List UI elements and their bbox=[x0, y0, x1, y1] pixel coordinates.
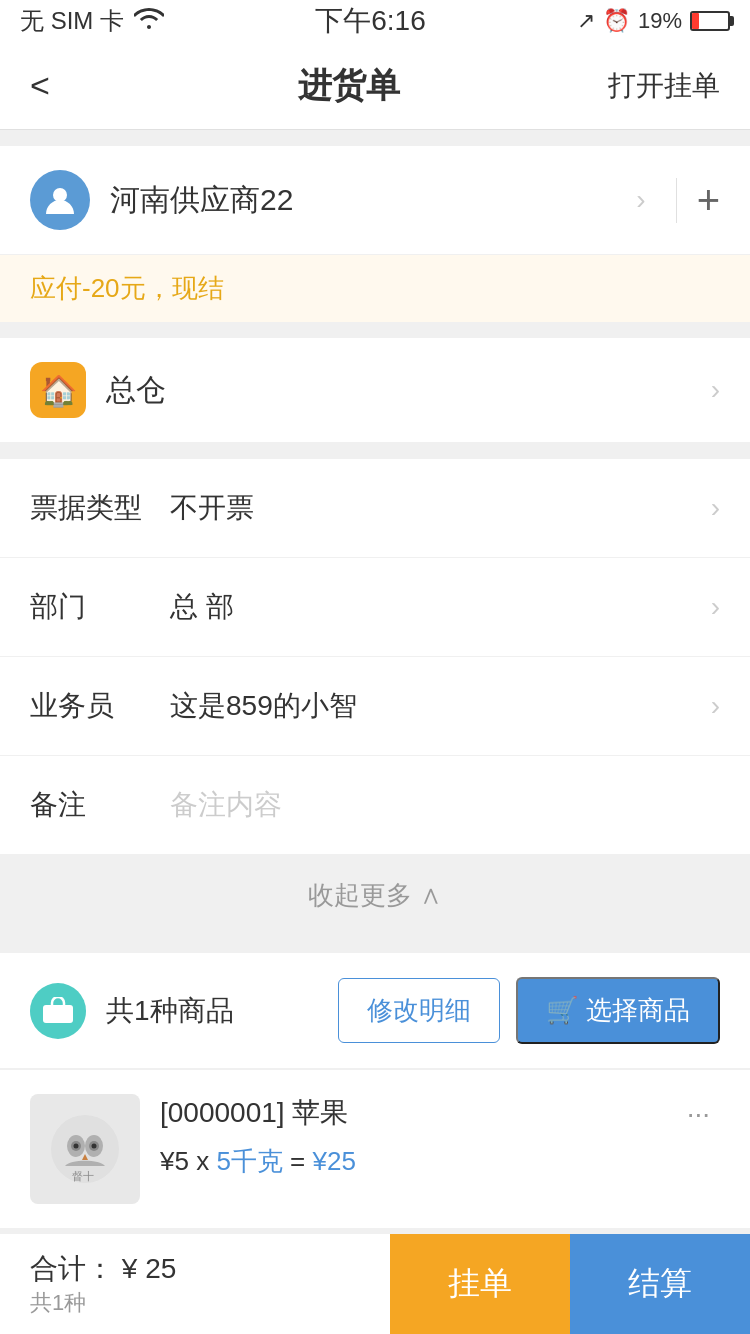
products-count: 共1种商品 bbox=[106, 992, 338, 1030]
battery-icon bbox=[690, 11, 730, 31]
invoice-label: 票据类型 bbox=[30, 489, 170, 527]
salesman-chevron-icon: › bbox=[711, 690, 720, 722]
product-more-button[interactable]: ··· bbox=[677, 1094, 720, 1134]
total-amount: ¥ 25 bbox=[122, 1253, 177, 1284]
page-title: 进货单 bbox=[298, 63, 400, 109]
collapse-label: 收起更多 ∧ bbox=[308, 880, 441, 910]
bag-icon bbox=[41, 997, 75, 1025]
remark-label: 备注 bbox=[30, 786, 170, 824]
equals-sign: = bbox=[290, 1146, 312, 1176]
carrier-label: 无 SIM 卡 bbox=[20, 5, 124, 37]
svg-point-7 bbox=[74, 1144, 79, 1149]
product-info: [0000001] 苹果 ¥5 x 5千克 = ¥25 bbox=[160, 1094, 677, 1179]
products-header: 共1种商品 修改明细 🛒 选择商品 bbox=[0, 953, 750, 1069]
status-bar: 无 SIM 卡 下午6:16 ↗ ⏰ 19% bbox=[0, 0, 750, 42]
nav-bar: < 进货单 打开挂单 bbox=[0, 42, 750, 130]
total-section: 合计： ¥ 25 共1种 bbox=[0, 1250, 390, 1318]
salesman-value: 这是859的小智 bbox=[170, 687, 711, 725]
unit-price: ¥5 bbox=[160, 1146, 189, 1176]
checkout-button[interactable]: 结算 bbox=[570, 1234, 750, 1334]
person-icon bbox=[42, 182, 78, 218]
products-icon bbox=[30, 983, 86, 1039]
collapse-bar[interactable]: 收起更多 ∧ bbox=[0, 854, 750, 937]
hang-button[interactable]: 挂单 bbox=[390, 1234, 570, 1334]
svg-rect-1 bbox=[43, 1005, 73, 1023]
invoice-value: 不开票 bbox=[170, 489, 711, 527]
warehouse-icon: 🏠 bbox=[30, 362, 86, 418]
salesman-label: 业务员 bbox=[30, 687, 170, 725]
add-supplier-button[interactable]: + bbox=[676, 178, 720, 223]
form-card: 票据类型 不开票 › 部门 总 部 › 业务员 这是859的小智 › 备注 备注… bbox=[0, 458, 750, 854]
warehouse-name: 总仓 bbox=[106, 370, 711, 411]
main-content: 河南供应商22 › + 应付-20元，现结 🏠 总仓 › 票据类型 不开票 › … bbox=[0, 146, 750, 1328]
edit-detail-button[interactable]: 修改明细 bbox=[338, 978, 500, 1043]
salesman-row[interactable]: 业务员 这是859的小智 › bbox=[0, 656, 750, 755]
department-label: 部门 bbox=[30, 588, 170, 626]
supplier-avatar bbox=[30, 170, 90, 230]
product-name: [0000001] 苹果 bbox=[160, 1094, 677, 1132]
total-label: 合计： bbox=[30, 1253, 114, 1284]
battery-percent: 19% bbox=[638, 8, 682, 34]
status-left: 无 SIM 卡 bbox=[20, 5, 164, 37]
select-product-label: 选择商品 bbox=[586, 993, 690, 1028]
quantity: 5千克 bbox=[216, 1146, 282, 1176]
products-section: 共1种商品 修改明细 🛒 选择商品 督十 bbox=[0, 953, 750, 1228]
warehouse-card[interactable]: 🏠 总仓 › bbox=[0, 338, 750, 442]
invoice-chevron-icon: › bbox=[711, 492, 720, 524]
supplier-card: 河南供应商22 › + 应付-20元，现结 bbox=[0, 146, 750, 322]
department-row[interactable]: 部门 总 部 › bbox=[0, 557, 750, 656]
svg-point-8 bbox=[92, 1144, 97, 1149]
notice-bar: 应付-20元，现结 bbox=[0, 255, 750, 322]
bottom-bar: 合计： ¥ 25 共1种 挂单 结算 bbox=[0, 1234, 750, 1334]
status-right: ↗ ⏰ 19% bbox=[577, 8, 730, 34]
select-icon: 🛒 bbox=[546, 995, 578, 1026]
open-hang-button[interactable]: 打开挂单 bbox=[608, 67, 720, 105]
alarm-icon: ⏰ bbox=[603, 8, 630, 34]
product-thumbnail: 督十 bbox=[30, 1094, 140, 1204]
total-row: 合计： ¥ 25 bbox=[30, 1250, 360, 1288]
svg-text:督十: 督十 bbox=[72, 1170, 94, 1182]
svg-point-0 bbox=[53, 188, 67, 202]
product-title: 苹果 bbox=[292, 1097, 348, 1128]
wifi-icon bbox=[134, 7, 164, 35]
product-price: ¥5 x 5千克 = ¥25 bbox=[160, 1144, 677, 1179]
remark-row[interactable]: 备注 备注内容 bbox=[0, 755, 750, 854]
total-count: 共1种 bbox=[30, 1288, 360, 1318]
remark-input[interactable]: 备注内容 bbox=[170, 786, 720, 824]
warehouse-chevron-icon: › bbox=[711, 374, 720, 406]
department-chevron-icon: › bbox=[711, 591, 720, 623]
product-id: [0000001] bbox=[160, 1097, 285, 1128]
notice-text: 应付-20元，现结 bbox=[30, 273, 224, 303]
supplier-chevron-icon: › bbox=[636, 184, 645, 216]
location-icon: ↗ bbox=[577, 8, 595, 34]
department-value: 总 部 bbox=[170, 588, 711, 626]
product-item: 督十 [0000001] 苹果 ¥5 x 5千克 = ¥25 ··· bbox=[0, 1069, 750, 1228]
status-time: 下午6:16 bbox=[315, 2, 426, 40]
owl-logo: 督十 bbox=[50, 1114, 120, 1184]
supplier-name: 河南供应商22 bbox=[110, 180, 636, 221]
supplier-row[interactable]: 河南供应商22 › + bbox=[0, 146, 750, 255]
select-product-button[interactable]: 🛒 选择商品 bbox=[516, 977, 720, 1044]
product-total: ¥25 bbox=[313, 1146, 356, 1176]
multiply-sign: x bbox=[196, 1146, 216, 1176]
back-button[interactable]: < bbox=[30, 66, 90, 105]
invoice-row[interactable]: 票据类型 不开票 › bbox=[0, 458, 750, 557]
warehouse-row[interactable]: 🏠 总仓 › bbox=[0, 338, 750, 442]
